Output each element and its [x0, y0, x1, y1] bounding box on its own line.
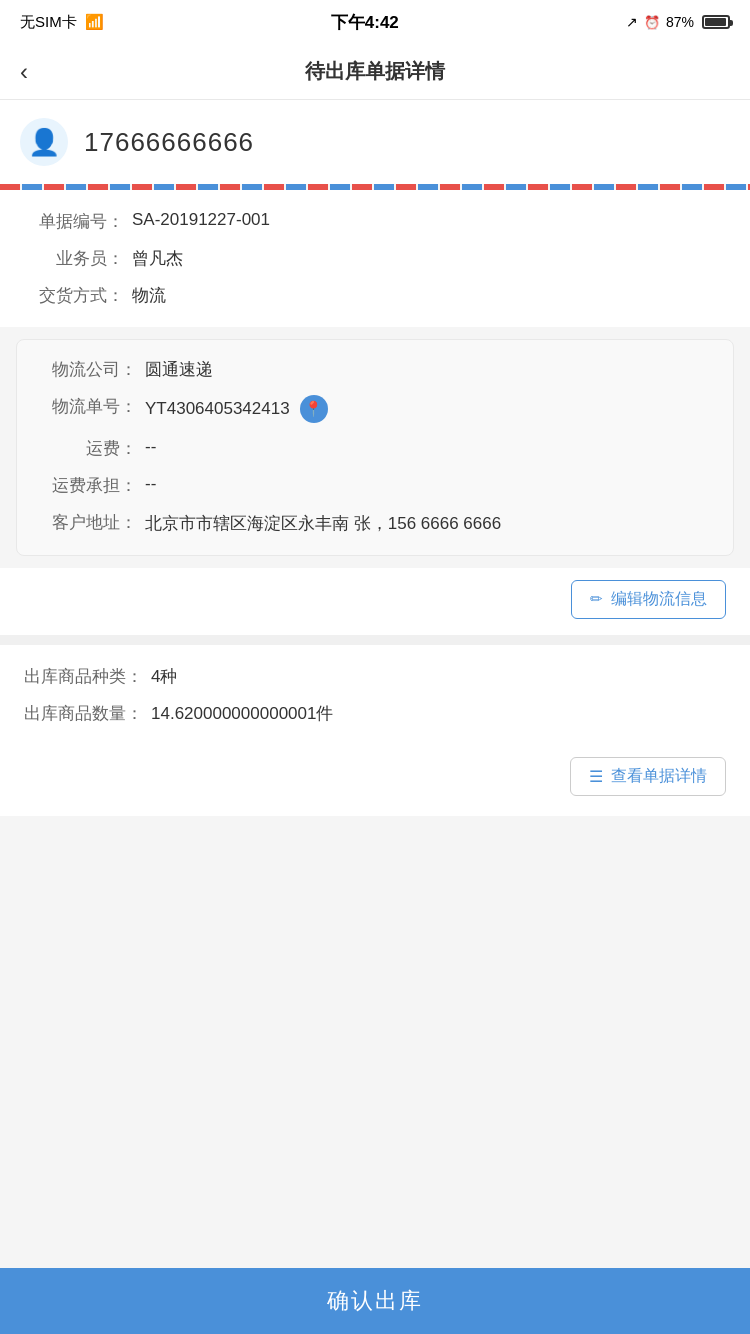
battery-label: 87%	[666, 14, 694, 30]
goods-quantity-value: 14.620000000000001件	[151, 702, 333, 725]
freight-label: 运费：	[37, 437, 137, 460]
tracking-number-label: 物流单号：	[37, 395, 137, 418]
view-details-button[interactable]: ☰ 查看单据详情	[570, 757, 726, 796]
status-bar: 无SIM卡 📶 下午4:42 ↗ ⏰ 87%	[0, 0, 750, 44]
confirm-btn-area: 确认出库	[0, 1268, 750, 1334]
gray-separator	[0, 635, 750, 645]
location-indicator-icon: ↗	[626, 14, 638, 30]
customer-address-row: 客户地址： 北京市市辖区海淀区永丰南 张，156 6666 6666	[37, 511, 713, 537]
freight-row: 运费： --	[37, 437, 713, 460]
salesperson-value: 曾凡杰	[132, 247, 726, 270]
avatar: 👤	[20, 118, 68, 166]
tracking-number-text: YT4306405342413	[145, 399, 290, 419]
status-right: ↗ ⏰ 87%	[626, 14, 730, 30]
nav-bar: ‹ 待出库单据详情	[0, 44, 750, 100]
freight-value: --	[145, 437, 713, 457]
document-number-label: 单据编号：	[24, 210, 124, 233]
content-spacer	[0, 816, 750, 996]
freight-bear-label: 运费承担：	[37, 474, 137, 497]
goods-types-row: 出库商品种类： 4种	[24, 665, 726, 688]
carrier-label: 无SIM卡	[20, 13, 77, 32]
customer-phone: 17666666666	[84, 127, 254, 158]
view-details-label: 查看单据详情	[611, 766, 707, 787]
battery-icon	[702, 15, 730, 29]
customer-address-label: 客户地址：	[37, 511, 137, 534]
goods-types-label: 出库商品种类：	[24, 665, 143, 688]
view-btn-row: ☰ 查看单据详情	[0, 745, 750, 816]
alarm-icon: ⏰	[644, 15, 660, 30]
customer-header: 👤 17666666666	[0, 100, 750, 184]
goods-quantity-row: 出库商品数量： 14.620000000000001件	[24, 702, 726, 725]
edit-btn-row: ✏ 编辑物流信息	[0, 568, 750, 635]
delivery-method-label: 交货方式：	[24, 284, 124, 307]
status-time: 下午4:42	[331, 11, 399, 34]
logistics-company-label: 物流公司：	[37, 358, 137, 381]
map-location-icon[interactable]: 📍	[300, 395, 328, 423]
back-button[interactable]: ‹	[20, 58, 28, 86]
order-info-section: 单据编号： SA-20191227-001 业务员： 曾凡杰 交货方式： 物流	[0, 190, 750, 327]
logistics-company-row: 物流公司： 圆通速递	[37, 358, 713, 381]
goods-quantity-label: 出库商品数量：	[24, 702, 143, 725]
confirm-outbound-button[interactable]: 确认出库	[327, 1286, 423, 1316]
wifi-icon: 📶	[85, 13, 104, 31]
freight-bear-value: --	[145, 474, 713, 494]
document-number-row: 单据编号： SA-20191227-001	[24, 210, 726, 233]
goods-types-value: 4种	[151, 665, 177, 688]
logistics-company-value: 圆通速递	[145, 358, 713, 381]
edit-icon: ✏	[590, 590, 603, 608]
salesperson-row: 业务员： 曾凡杰	[24, 247, 726, 270]
delivery-method-value: 物流	[132, 284, 726, 307]
delivery-method-row: 交货方式： 物流	[24, 284, 726, 307]
logistics-card: 物流公司： 圆通速递 物流单号： YT4306405342413 📍 运费： -…	[16, 339, 734, 556]
freight-bear-row: 运费承担： --	[37, 474, 713, 497]
avatar-icon: 👤	[28, 127, 60, 158]
customer-address-value: 北京市市辖区海淀区永丰南 张，156 6666 6666	[145, 511, 713, 537]
edit-logistics-button[interactable]: ✏ 编辑物流信息	[571, 580, 726, 619]
salesperson-label: 业务员：	[24, 247, 124, 270]
document-number-value: SA-20191227-001	[132, 210, 726, 230]
page-title: 待出库单据详情	[305, 58, 445, 85]
tracking-number-value: YT4306405342413 📍	[145, 395, 713, 423]
edit-btn-label: 编辑物流信息	[611, 589, 707, 610]
status-left: 无SIM卡 📶	[20, 13, 104, 32]
goods-section: 出库商品种类： 4种 出库商品数量： 14.620000000000001件	[0, 645, 750, 745]
tracking-number-row: 物流单号： YT4306405342413 📍	[37, 395, 713, 423]
view-details-icon: ☰	[589, 767, 603, 786]
